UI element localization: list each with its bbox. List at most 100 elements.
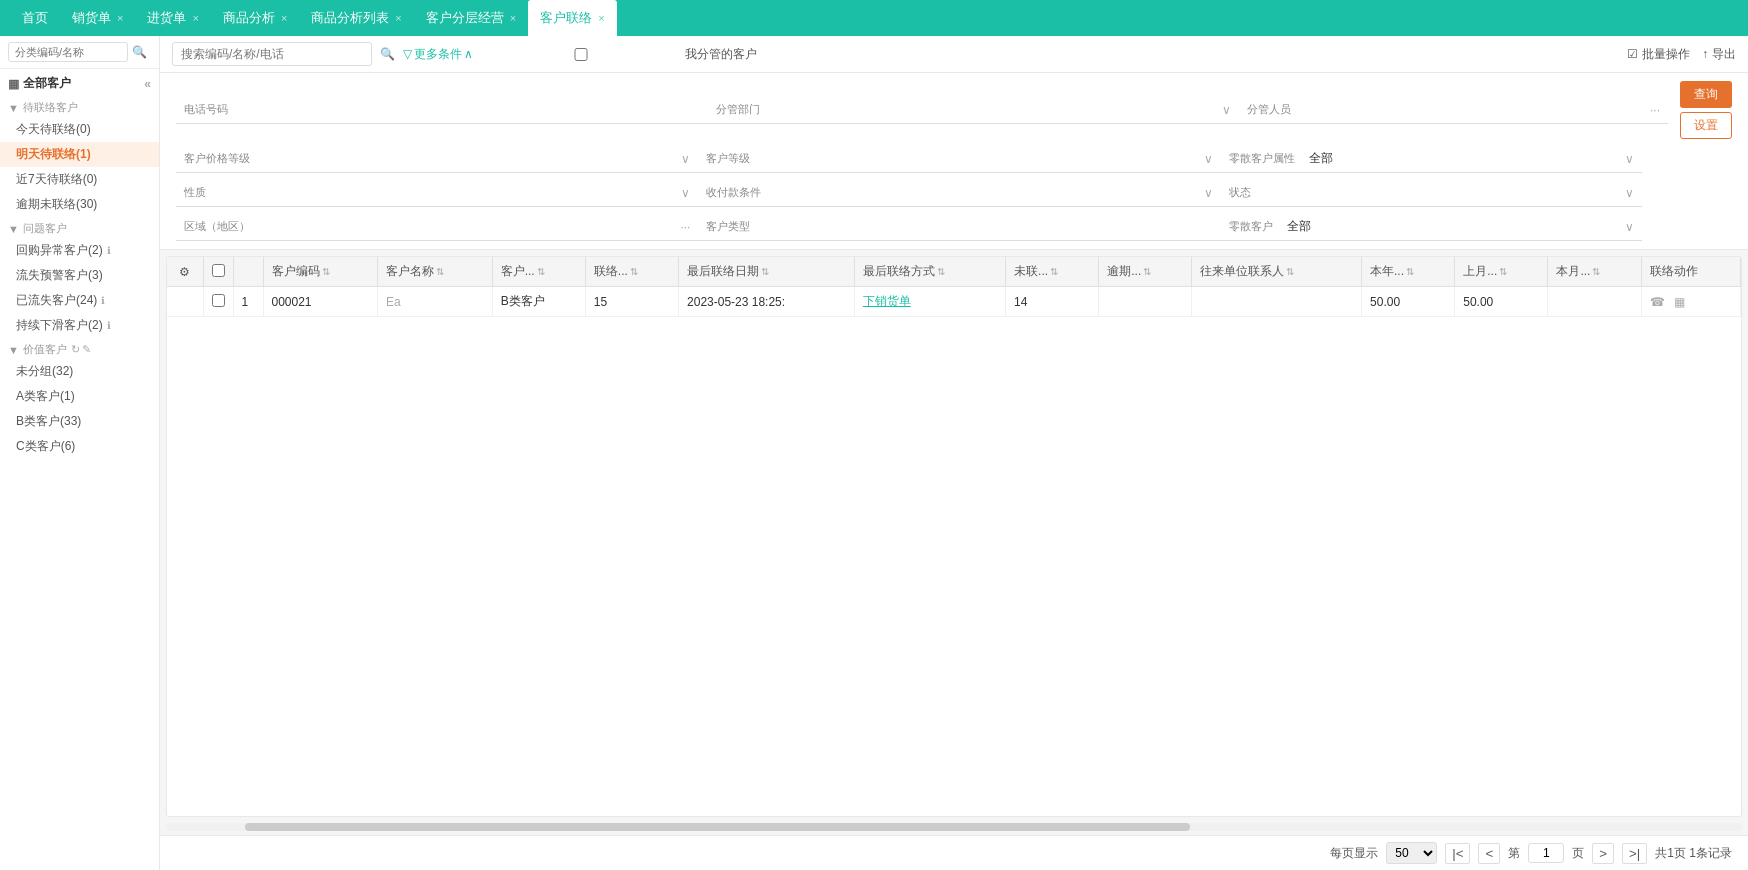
sidebar-item-today[interactable]: 今天待联络(0) (0, 117, 159, 142)
row-checkbox-cell[interactable] (203, 287, 233, 317)
retail-attr-dropdown-icon[interactable]: ∨ (1625, 152, 1634, 166)
nav-analysis-list[interactable]: 商品分析列表 × (299, 0, 413, 36)
row-last-method-cell[interactable]: 下销货单 (854, 287, 1005, 317)
col-overdue[interactable]: 逾期...⇅ (1099, 257, 1192, 287)
all-customers-header[interactable]: ▦ 全部客户 « (0, 69, 159, 96)
sidebar-item-ungrouped[interactable]: 未分组(32) (0, 359, 159, 384)
phone-input[interactable] (234, 103, 700, 117)
search-input[interactable] (172, 42, 372, 66)
col-last-date[interactable]: 最后联络日期⇅ (679, 257, 855, 287)
nav-home[interactable]: 首页 (10, 0, 60, 36)
col-settings[interactable]: ⚙ (167, 257, 203, 287)
filter-icon: ▽ (403, 47, 412, 61)
value-group-title: ▼ 价值客户 ↻ ✎ (0, 338, 159, 359)
first-page-button[interactable]: |< (1445, 843, 1470, 864)
col-uncontacted[interactable]: 未联...⇅ (1006, 257, 1099, 287)
select-all-checkbox[interactable] (212, 264, 225, 277)
export-button[interactable]: ↑ 导出 (1702, 46, 1736, 63)
col-checkbox[interactable] (203, 257, 233, 287)
row-this-month-cell (1548, 287, 1641, 317)
sidebar-item-typeA[interactable]: A类客户(1) (0, 384, 159, 409)
col-contacts[interactable]: 联络...⇅ (585, 257, 678, 287)
sidebar-item-7days[interactable]: 近7天待联络(0) (0, 167, 159, 192)
close-purchase-icon[interactable]: × (192, 12, 198, 24)
scrollbar-thumb[interactable] (245, 823, 1191, 831)
table-body: 1 000021 Ea B类客户 15 2023-05-23 18:25: 下销… (167, 287, 1741, 317)
region-more-icon[interactable]: ··· (680, 220, 690, 234)
nav-sales[interactable]: 销货单 × (60, 0, 135, 36)
sidebar-search-input[interactable] (8, 42, 128, 62)
edit-icon[interactable]: ✎ (82, 343, 91, 356)
query-button[interactable]: 查询 (1680, 81, 1732, 108)
sidebar-search-area: 🔍 (0, 36, 159, 69)
collapse-sidebar-icon[interactable]: « (144, 77, 151, 91)
call-icon[interactable]: ☎ (1650, 295, 1665, 309)
nav-customer-seg[interactable]: 客户分层经营 × (414, 0, 528, 36)
row-overdue-cell (1099, 287, 1192, 317)
qr-icon[interactable]: ▦ (1674, 295, 1685, 309)
sidebar-item-overdue[interactable]: 逾期未联络(30) (0, 192, 159, 217)
close-analysis-list-icon[interactable]: × (395, 12, 401, 24)
refresh-icon[interactable]: ↻ (71, 343, 80, 356)
next-page-button[interactable]: > (1592, 843, 1614, 864)
filter-dept: 分管部门 ∨ (708, 96, 1240, 124)
sidebar-item-repurchase[interactable]: 回购异常客户(2) ℹ (0, 238, 159, 263)
prev-page-button[interactable]: < (1478, 843, 1500, 864)
settings-button[interactable]: 设置 (1680, 112, 1732, 139)
sidebar-item-tomorrow[interactable]: 明天待联络(1) (0, 142, 159, 167)
table-header-row: ⚙ 客户编码⇅ 客户名称⇅ 客户...⇅ 联络...⇅ 最后联络日期⇅ 最后联络… (167, 257, 1741, 287)
row-no-cell: 1 (233, 287, 263, 317)
person-more-icon[interactable]: ··· (1650, 103, 1660, 117)
batch-operations-button[interactable]: ☑ 批量操作 (1627, 46, 1690, 63)
sidebar-item-typeB[interactable]: B类客户(33) (0, 409, 159, 434)
sidebar-search-icon[interactable]: 🔍 (132, 45, 147, 59)
filter-status: 状态 ∨ (1221, 179, 1642, 207)
close-contact-icon[interactable]: × (598, 12, 604, 24)
sidebar-item-churn-warning[interactable]: 流失预警客户(3) (0, 263, 159, 288)
page-number-input[interactable] (1528, 843, 1564, 863)
col-code[interactable]: 客户编码⇅ (263, 257, 378, 287)
info-icon: ℹ (107, 245, 111, 256)
col-this-year[interactable]: 本年...⇅ (1362, 257, 1455, 287)
row-this-year-cell: 50.00 (1362, 287, 1455, 317)
more-filter-button[interactable]: ▽ 更多条件 ∧ (403, 46, 473, 63)
price-level-dropdown-icon[interactable]: ∨ (681, 152, 690, 166)
nav-customer-contact[interactable]: 客户联络 × (528, 0, 616, 36)
status-dropdown-icon[interactable]: ∨ (1625, 186, 1634, 200)
col-type[interactable]: 客户...⇅ (492, 257, 585, 287)
sidebar-item-declining[interactable]: 持续下滑客户(2) ℹ (0, 313, 159, 338)
filter-price-level: 客户价格等级 ∨ (176, 145, 698, 173)
nav-purchase[interactable]: 进货单 × (135, 0, 210, 36)
col-last-method[interactable]: 最后联络方式⇅ (854, 257, 1005, 287)
table-row: 1 000021 Ea B类客户 15 2023-05-23 18:25: 下销… (167, 287, 1741, 317)
retail-dropdown-icon[interactable]: ∨ (1625, 220, 1634, 234)
filter-customer-level: 客户等级 ∨ (698, 145, 1220, 173)
my-customers-checkbox-label[interactable]: 我分管的客户 (481, 46, 757, 63)
search-button-icon[interactable]: 🔍 (380, 47, 395, 61)
sidebar-item-churned[interactable]: 已流失客户(24) ℹ (0, 288, 159, 313)
col-last-month[interactable]: 上月...⇅ (1455, 257, 1548, 287)
my-customers-checkbox[interactable] (481, 48, 681, 61)
col-unit-contact[interactable]: 往来单位联系人⇅ (1192, 257, 1362, 287)
filter-retail-attr: 零散客户属性 全部 ∨ (1221, 145, 1642, 173)
pagination: 每页显示 50 10 20 100 |< < 第 页 > >| 共1页 1条记录 (160, 835, 1748, 870)
nav-analysis[interactable]: 商品分析 × (211, 0, 299, 36)
grid-icon: ▦ (8, 77, 19, 91)
last-page-button[interactable]: >| (1622, 843, 1647, 864)
col-this-month[interactable]: 本月...⇅ (1548, 257, 1641, 287)
close-sales-icon[interactable]: × (117, 12, 123, 24)
payment-dropdown-icon[interactable]: ∨ (1204, 186, 1213, 200)
close-analysis-icon[interactable]: × (281, 12, 287, 24)
horizontal-scrollbar[interactable] (166, 823, 1742, 831)
sidebar-item-typeC[interactable]: C类客户(6) (0, 434, 159, 459)
page-size-select[interactable]: 50 10 20 100 (1386, 842, 1437, 864)
checkbox-icon: ☑ (1627, 47, 1638, 61)
customer-level-dropdown-icon[interactable]: ∨ (1204, 152, 1213, 166)
row-checkbox[interactable] (212, 294, 225, 307)
col-no (233, 257, 263, 287)
nature-dropdown-icon[interactable]: ∨ (681, 186, 690, 200)
close-seg-icon[interactable]: × (510, 12, 516, 24)
info-icon-2: ℹ (101, 295, 105, 306)
dept-dropdown-icon[interactable]: ∨ (1222, 103, 1231, 117)
col-name[interactable]: 客户名称⇅ (378, 257, 493, 287)
